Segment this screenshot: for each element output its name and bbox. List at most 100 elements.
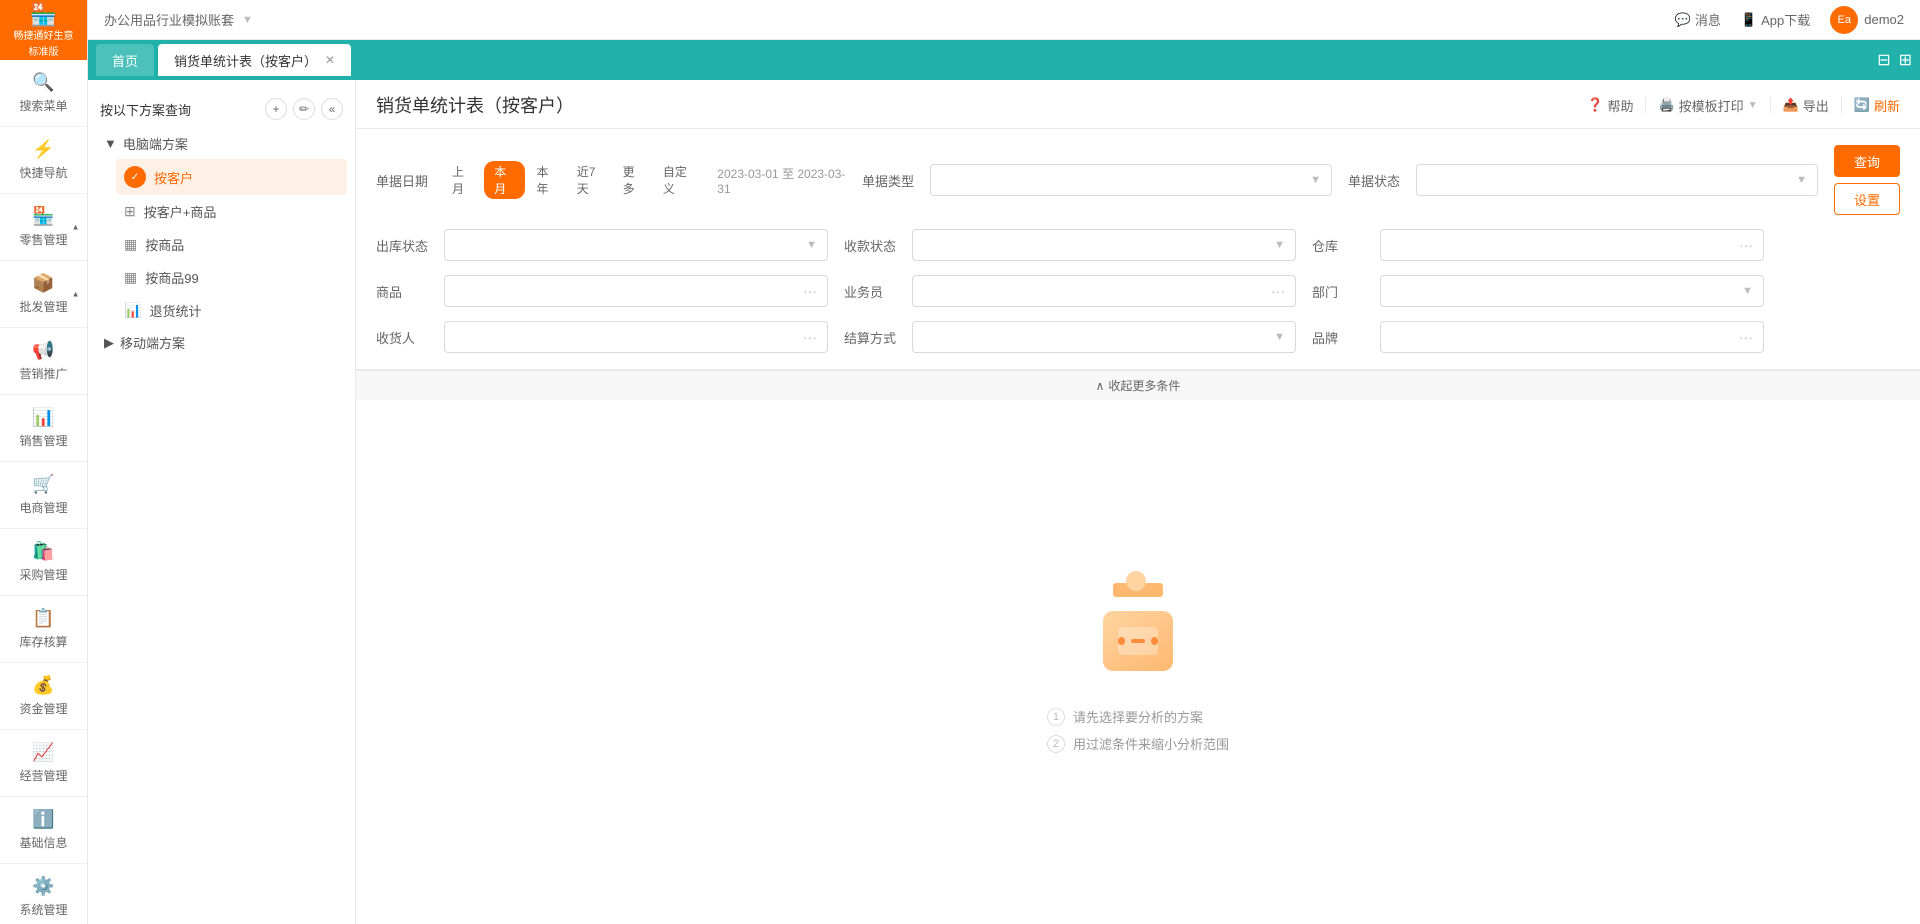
tree-mobile-parent[interactable]: ▶ 移动端方案	[96, 327, 347, 358]
salesperson-label: 业务员	[844, 282, 904, 301]
sidebar-item-basicinfo[interactable]: ℹ️ 基础信息	[0, 797, 88, 864]
search-icon: 🔍	[32, 72, 54, 93]
search-btn[interactable]: 查询	[1834, 145, 1900, 177]
tab-sales-stats[interactable]: 销货单统计表（按客户） ✕	[158, 44, 351, 76]
page-header: 销货单统计表（按客户） ❓ 帮助 🖨️ 按模板打印 ▼ 📤	[356, 80, 1920, 129]
filter-row-3: 商品 ··· 业务员 ··· 部门	[376, 275, 1900, 307]
collapse-panel-btn[interactable]: «	[321, 98, 343, 120]
receiver-input[interactable]: ···	[444, 321, 828, 353]
content-area: 按以下方案查询 + ✏ « ▼ 电脑端方案	[88, 80, 1920, 924]
empty-tip-1: 1 请先选择要分析的方案	[1047, 707, 1229, 726]
brand-input[interactable]: ···	[1380, 321, 1764, 353]
sidebar-item-retail[interactable]: 🏪 零售管理	[0, 194, 88, 261]
tree-child-goods99[interactable]: ▦ 按商品99	[116, 261, 347, 294]
date-range: 2023-03-01 至 2023-03-31	[717, 165, 846, 196]
marketing-icon: 📢	[32, 340, 54, 361]
collapse-label: 收起更多条件	[1108, 377, 1180, 394]
message-btn[interactable]: 💬 消息	[1675, 10, 1721, 29]
tree-child-customer-goods[interactable]: ⊞ 按客户+商品	[116, 195, 347, 228]
template-print-btn[interactable]: 🖨️ 按模板打印 ▼	[1658, 96, 1757, 115]
collapse-bar[interactable]: ∧ 收起更多条件	[356, 370, 1920, 400]
tree-mobile-arrow: ▶	[104, 335, 114, 351]
tree-child-label-customer-goods: 按客户+商品	[144, 202, 217, 221]
salesperson-input[interactable]: ···	[912, 275, 1296, 307]
doc-status-label: 单据状态	[1348, 171, 1408, 190]
doc-status-input[interactable]: ▼	[1416, 164, 1818, 196]
settings-btn[interactable]: 设置	[1834, 183, 1900, 215]
management-icon: 📈	[32, 742, 54, 763]
wholesale-icon: 📦	[32, 273, 54, 294]
inventory-icon: 📋	[32, 608, 54, 629]
export-label: 导出	[1803, 96, 1829, 115]
date-tab-more[interactable]: 更多	[615, 161, 651, 199]
settlement-input[interactable]: ▼	[912, 321, 1296, 353]
filter-salesperson: 业务员 ···	[844, 275, 1296, 307]
quicknav-icon: ⚡	[32, 139, 54, 160]
window-maximize-btn[interactable]: ⊞	[1899, 50, 1912, 70]
date-tab-thismonth[interactable]: 本月	[484, 161, 524, 199]
filter-row-1: 单据日期 上月 本月 本年 近7天 更多 自定义 2023-03-01 至 20…	[376, 145, 1900, 215]
payment-status-input[interactable]: ▼	[912, 229, 1296, 261]
tree-child-goods[interactable]: ▦ 按商品	[116, 228, 347, 261]
sidebar-item-inventory[interactable]: 📋 库存核算	[0, 596, 88, 663]
sidebar-item-purchase[interactable]: 🛍️ 采购管理	[0, 529, 88, 596]
app-download-btn[interactable]: 📱 App下载	[1741, 10, 1810, 29]
app-selector-area[interactable]: 办公用品行业模拟账套 ▼	[104, 10, 253, 29]
help-btn[interactable]: ❓ 帮助	[1587, 96, 1633, 115]
divider3	[1841, 97, 1842, 113]
sidebar-item-marketing[interactable]: 📢 营销推广	[0, 328, 88, 395]
warehouse-input[interactable]: ···	[1380, 229, 1764, 261]
tree-desktop-parent[interactable]: ▼ 电脑端方案	[96, 128, 347, 159]
sidebar-label-marketing: 营销推广	[19, 365, 67, 382]
help-icon: ❓	[1587, 97, 1603, 113]
finance-icon: 💰	[32, 675, 54, 696]
sidebar-item-quicknav[interactable]: ⚡ 快捷导航	[0, 127, 88, 194]
filter-receiver: 收货人 ···	[376, 321, 828, 353]
add-scheme-btn[interactable]: +	[265, 98, 287, 120]
ship-status-input[interactable]: ▼	[444, 229, 828, 261]
refresh-btn[interactable]: 🔄 刷新	[1854, 96, 1900, 115]
sidebar-item-ecommerce[interactable]: 🛒 电商管理	[0, 462, 88, 529]
left-panel-header: 按以下方案查询 + ✏ «	[88, 90, 355, 128]
date-tab-custom[interactable]: 自定义	[655, 161, 701, 199]
export-btn[interactable]: 📤 导出	[1783, 96, 1829, 115]
export-icon: 📤	[1783, 97, 1799, 113]
tree-child-by-customer[interactable]: ✓ 按客户	[116, 159, 347, 195]
page-title: 销货单统计表（按客户）	[376, 92, 574, 118]
payment-status-label: 收款状态	[844, 236, 904, 255]
sidebar-label-quicknav: 快捷导航	[19, 164, 67, 181]
sidebar-item-search[interactable]: 🔍 搜索菜单	[0, 60, 88, 127]
window-minimize-btn[interactable]: ⊟	[1877, 50, 1890, 70]
sidebar-item-management[interactable]: 📈 经营管理	[0, 730, 88, 797]
user-area[interactable]: Ea demo2	[1830, 6, 1904, 34]
edit-scheme-btn[interactable]: ✏	[293, 98, 315, 120]
sidebar-item-sales[interactable]: 📊 销售管理	[0, 395, 88, 462]
goods-label: 商品	[376, 282, 436, 301]
sidebar-item-finance[interactable]: 💰 资金管理	[0, 663, 88, 730]
goods-input[interactable]: ···	[444, 275, 828, 307]
tree-child-return-stats[interactable]: 📊 退货统计	[116, 294, 347, 327]
sidebar-item-system[interactable]: ⚙️ 系统管理	[0, 864, 88, 924]
sidebar-label-search: 搜索菜单	[19, 97, 67, 114]
empty-illustration	[1078, 571, 1198, 691]
tab-close-btn[interactable]: ✕	[325, 53, 335, 67]
department-label: 部门	[1312, 282, 1372, 301]
divider2	[1770, 97, 1771, 113]
tab-home-label: 首页	[112, 51, 138, 70]
warehouse-ellipsis: ···	[1739, 237, 1753, 253]
date-tab-thisyear[interactable]: 本年	[529, 161, 565, 199]
settlement-label: 结算方式	[844, 328, 904, 347]
empty-tips: 1 请先选择要分析的方案 2 用过滤条件来缩小分析范围	[1047, 707, 1229, 753]
template-print-label: 按模板打印	[1679, 96, 1744, 115]
filter-settlement: 结算方式 ▼	[844, 321, 1296, 353]
ship-status-chevron: ▼	[806, 239, 817, 251]
filter-row-4: 收货人 ··· 结算方式 ▼ 品牌	[376, 321, 1900, 353]
refresh-label: 刷新	[1874, 96, 1900, 115]
date-tab-7days[interactable]: 近7天	[569, 161, 611, 199]
date-tab-lastmonth[interactable]: 上月	[444, 161, 480, 199]
department-input[interactable]: ▼	[1380, 275, 1764, 307]
sidebar-item-wholesale[interactable]: 📦 批发管理	[0, 261, 88, 328]
app-download-label: App下载	[1761, 10, 1810, 29]
tab-home[interactable]: 首页	[96, 44, 154, 76]
doc-type-input[interactable]: ▼	[930, 164, 1332, 196]
